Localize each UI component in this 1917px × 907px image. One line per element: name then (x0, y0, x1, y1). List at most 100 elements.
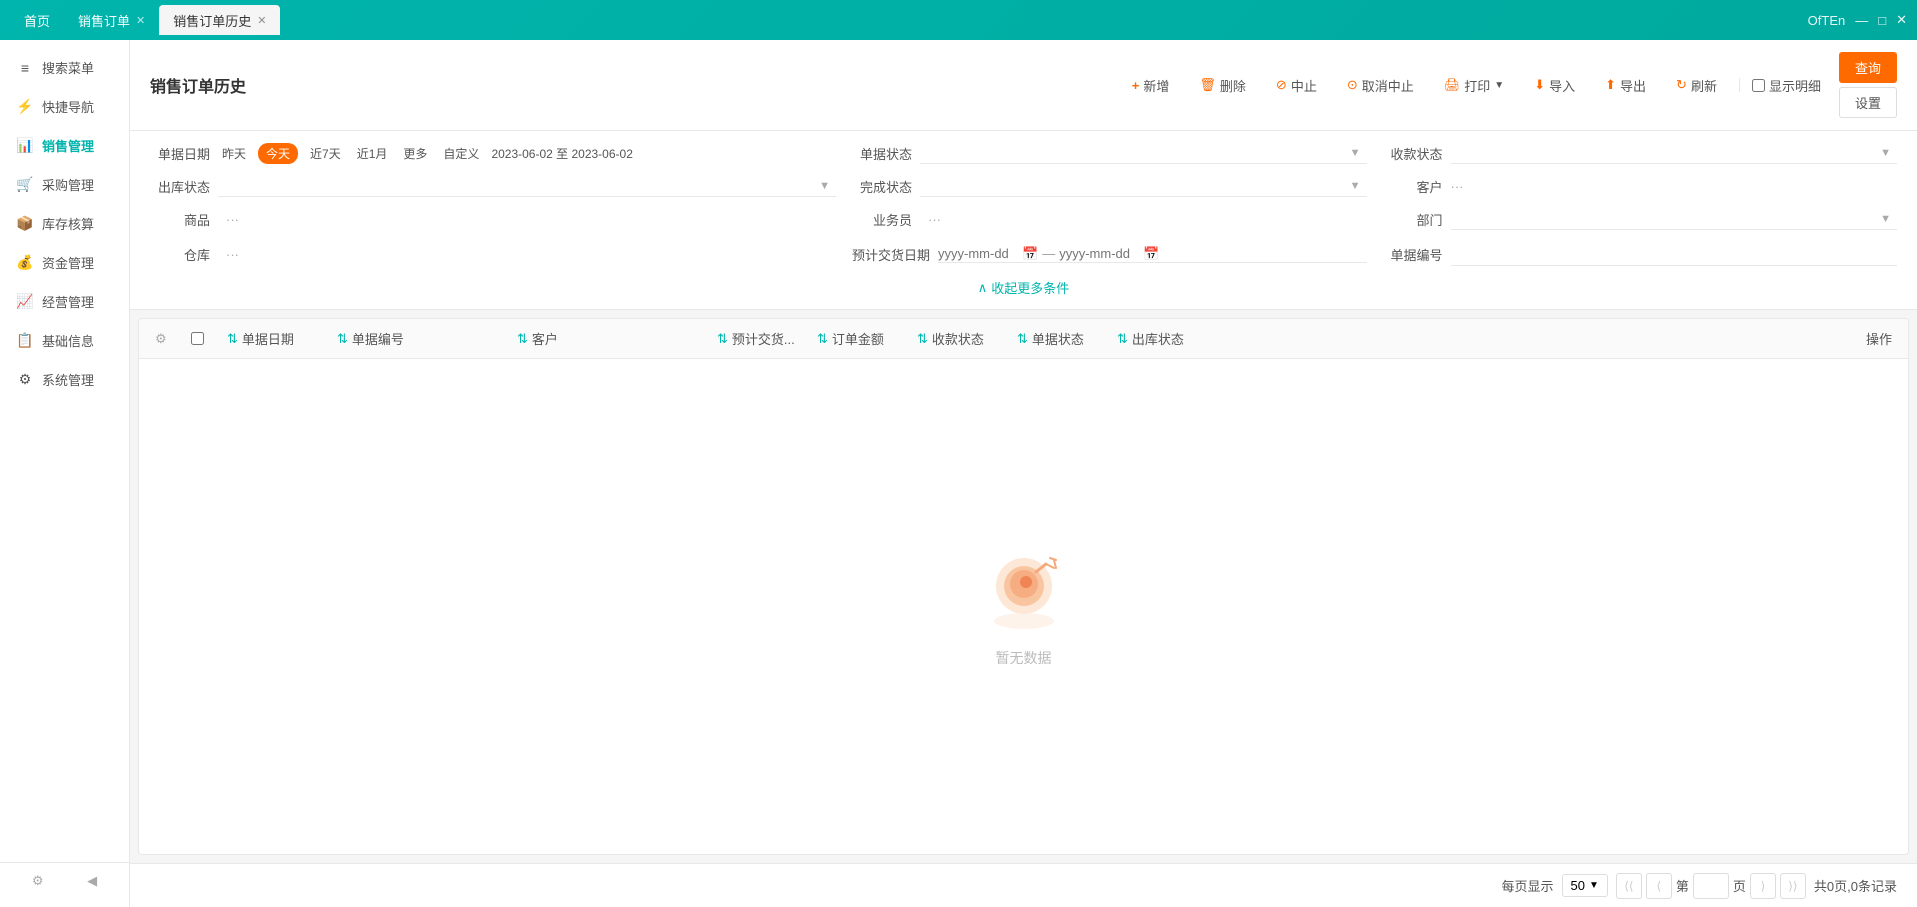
show-details-checkbox[interactable]: 显示明细 (1752, 76, 1821, 95)
th-amount[interactable]: ⇅ 订单金额 (809, 329, 909, 348)
filter-customer: 客户 ··· (1383, 177, 1898, 196)
tab-sales-order[interactable]: 销售订单 ✕ (64, 5, 159, 35)
receipt-status-select[interactable]: ▼ (1451, 143, 1898, 164)
th-customer[interactable]: ⇅ 客户 (509, 329, 709, 348)
sidebar-item-sales[interactable]: 📊 销售管理 (0, 126, 129, 165)
filter-out-status: 出库状态 ▼ (150, 176, 836, 197)
show-details-input[interactable] (1752, 79, 1765, 92)
page-input[interactable]: 1 (1693, 873, 1729, 899)
th-date[interactable]: ⇅ 单据日期 (219, 329, 329, 348)
refresh-button[interactable]: ↻ 刷新 (1666, 71, 1727, 100)
salesperson-more-icon[interactable]: ··· (928, 212, 941, 227)
th-settings[interactable]: ⚙ (147, 331, 183, 347)
often-label: OfTEn (1808, 13, 1846, 28)
complete-status-select[interactable]: ▼ (920, 176, 1367, 197)
bill-no-input[interactable] (1451, 242, 1898, 266)
sidebar-item-purchase[interactable]: 🛒 采购管理 (0, 165, 129, 204)
import-button[interactable]: ⬇ 导入 (1524, 71, 1585, 100)
delivery-date-start[interactable] (938, 246, 1018, 261)
date-custom[interactable]: 自定义 (439, 143, 483, 164)
toolbar: + 新增 🗑 删除 ⊘ 中止 ⊙ 取消中止 🖨 打印 (1122, 52, 1897, 118)
out-status-select[interactable]: ▼ (218, 176, 836, 197)
sidebar-collapse-icon[interactable]: ◀ (87, 873, 97, 889)
tab-sales-order-history[interactable]: 销售订单历史 ✕ (159, 5, 280, 35)
new-button[interactable]: + 新增 (1122, 71, 1180, 100)
sidebar-item-system[interactable]: ⚙ 系统管理 (0, 360, 129, 399)
customer-more-icon[interactable]: ··· (1451, 179, 1464, 194)
system-icon: ⚙ (16, 371, 34, 388)
settings-icon: ⚙ (155, 331, 167, 347)
search-menu-icon: ≡ (16, 60, 34, 76)
date-last1m[interactable]: 近1月 (353, 143, 392, 164)
th-pay[interactable]: ⇅ 收款状态 (909, 329, 1009, 348)
bill-no-label: 单据编号 (1383, 245, 1443, 264)
date-yesterday[interactable]: 昨天 (218, 143, 250, 164)
th-bill[interactable]: ⇅ 单据编号 (329, 329, 509, 348)
finance-icon: 💰 (16, 254, 34, 271)
dept-label: 部门 (1383, 210, 1443, 229)
th-operation: 操作 (1209, 329, 1900, 348)
filter-row-4: 仓库 ··· 预计交货日期 📅 — 📅 单据编号 (150, 242, 1897, 266)
filter-delivery-date: 预计交货日期 📅 — 📅 (852, 245, 1367, 264)
main-layout: ≡ 搜索菜单 ⚡ 快捷导航 📊 销售管理 🛒 采购管理 📦 库存核算 💰 资金管… (0, 40, 1917, 907)
date-filter: 昨天 今天 近7天 近1月 更多 自定义 2023-06-02 至 2023-0… (218, 143, 836, 164)
sidebar-item-finance[interactable]: 💰 资金管理 (0, 243, 129, 282)
out-status-arrow-icon: ▼ (819, 180, 830, 192)
warehouse-more-icon[interactable]: ··· (226, 247, 239, 262)
stop-button[interactable]: ⊘ 中止 (1266, 71, 1327, 100)
per-page-select[interactable]: 50 ▼ (1562, 874, 1608, 897)
purchase-icon: 🛒 (16, 176, 34, 193)
minimize-btn[interactable]: — (1855, 13, 1868, 28)
receipt-status-label: 收款状态 (1383, 144, 1443, 163)
import-icon: ⬇ (1534, 77, 1545, 93)
print-icon: 🖨 (1444, 77, 1461, 93)
export-button[interactable]: ⬆ 导出 (1595, 71, 1656, 100)
prev-page-btn[interactable]: ⟨ (1646, 873, 1672, 899)
filter-bill-no: 单据编号 (1383, 242, 1898, 266)
last-page-btn[interactable]: ⟩⟩ (1780, 873, 1806, 899)
th-bill-status[interactable]: ⇅ 单据状态 (1009, 329, 1109, 348)
delete-button[interactable]: 🗑 删除 (1189, 71, 1256, 100)
first-page-btn[interactable]: ⟨⟨ (1616, 873, 1642, 899)
th-delivery[interactable]: ⇅ 预计交货... (709, 329, 809, 348)
setting-button[interactable]: 设置 (1839, 87, 1897, 118)
tab-home[interactable]: 首页 (10, 5, 64, 35)
cancel-stop-icon: ⊙ (1347, 77, 1358, 93)
product-more-icon[interactable]: ··· (226, 212, 239, 227)
sidebar-item-inventory[interactable]: 📦 库存核算 (0, 204, 129, 243)
top-bar-right: OfTEn — □ ✕ (1808, 12, 1907, 28)
pagination: 每页显示 50 ▼ ⟨⟨ ⟨ 第 1 页 ⟩ ⟩⟩ 共0页,0条记录 (130, 863, 1917, 907)
close-tab-history[interactable]: ✕ (257, 14, 266, 27)
bill-status-select[interactable]: ▼ (920, 143, 1367, 164)
dept-select[interactable]: ▼ (1451, 209, 1898, 230)
date-more[interactable]: 更多 (399, 143, 431, 164)
close-tab-sales-order[interactable]: ✕ (136, 14, 145, 27)
date-last7[interactable]: 近7天 (306, 143, 345, 164)
sidebar-item-search-menu[interactable]: ≡ 搜索菜单 (0, 48, 129, 87)
query-button[interactable]: 查询 (1839, 52, 1897, 83)
sidebar-item-quick-nav[interactable]: ⚡ 快捷导航 (0, 87, 129, 126)
cancel-stop-button[interactable]: ⊙ 取消中止 (1337, 71, 1424, 100)
th-out[interactable]: ⇅ 出库状态 (1109, 329, 1209, 348)
date-today[interactable]: 今天 (258, 143, 298, 164)
delete-icon: 🗑 (1199, 77, 1216, 93)
salesperson-label: 业务员 (852, 210, 912, 229)
close-app-btn[interactable]: ✕ (1896, 12, 1907, 28)
delivery-date-end[interactable] (1059, 246, 1139, 261)
top-bar: 首页 销售订单 ✕ 销售订单历史 ✕ OfTEn — □ ✕ (0, 0, 1917, 40)
total-info: 共0页,0条记录 (1814, 876, 1897, 895)
next-page-btn[interactable]: ⟩ (1750, 873, 1776, 899)
bill-status-arrow-icon: ▼ (1350, 147, 1361, 159)
sidebar-item-operations[interactable]: 📈 经营管理 (0, 282, 129, 321)
th-checkbox[interactable] (183, 332, 219, 345)
sidebar-settings-icon[interactable]: ⚙ (32, 873, 44, 889)
sort-icon-pay: ⇅ (917, 331, 928, 347)
maximize-btn[interactable]: □ (1878, 13, 1886, 28)
select-all-checkbox[interactable] (191, 332, 204, 345)
sort-icon-customer: ⇅ (517, 331, 528, 347)
sidebar: ≡ 搜索菜单 ⚡ 快捷导航 📊 销售管理 🛒 采购管理 📦 库存核算 💰 资金管… (0, 40, 130, 907)
sidebar-item-basic-info[interactable]: 📋 基础信息 (0, 321, 129, 360)
print-button[interactable]: 🖨 打印 ▼ (1434, 71, 1514, 100)
sort-icon-amount: ⇅ (817, 331, 828, 347)
collapse-btn[interactable]: ∧ 收起更多条件 (150, 278, 1897, 297)
